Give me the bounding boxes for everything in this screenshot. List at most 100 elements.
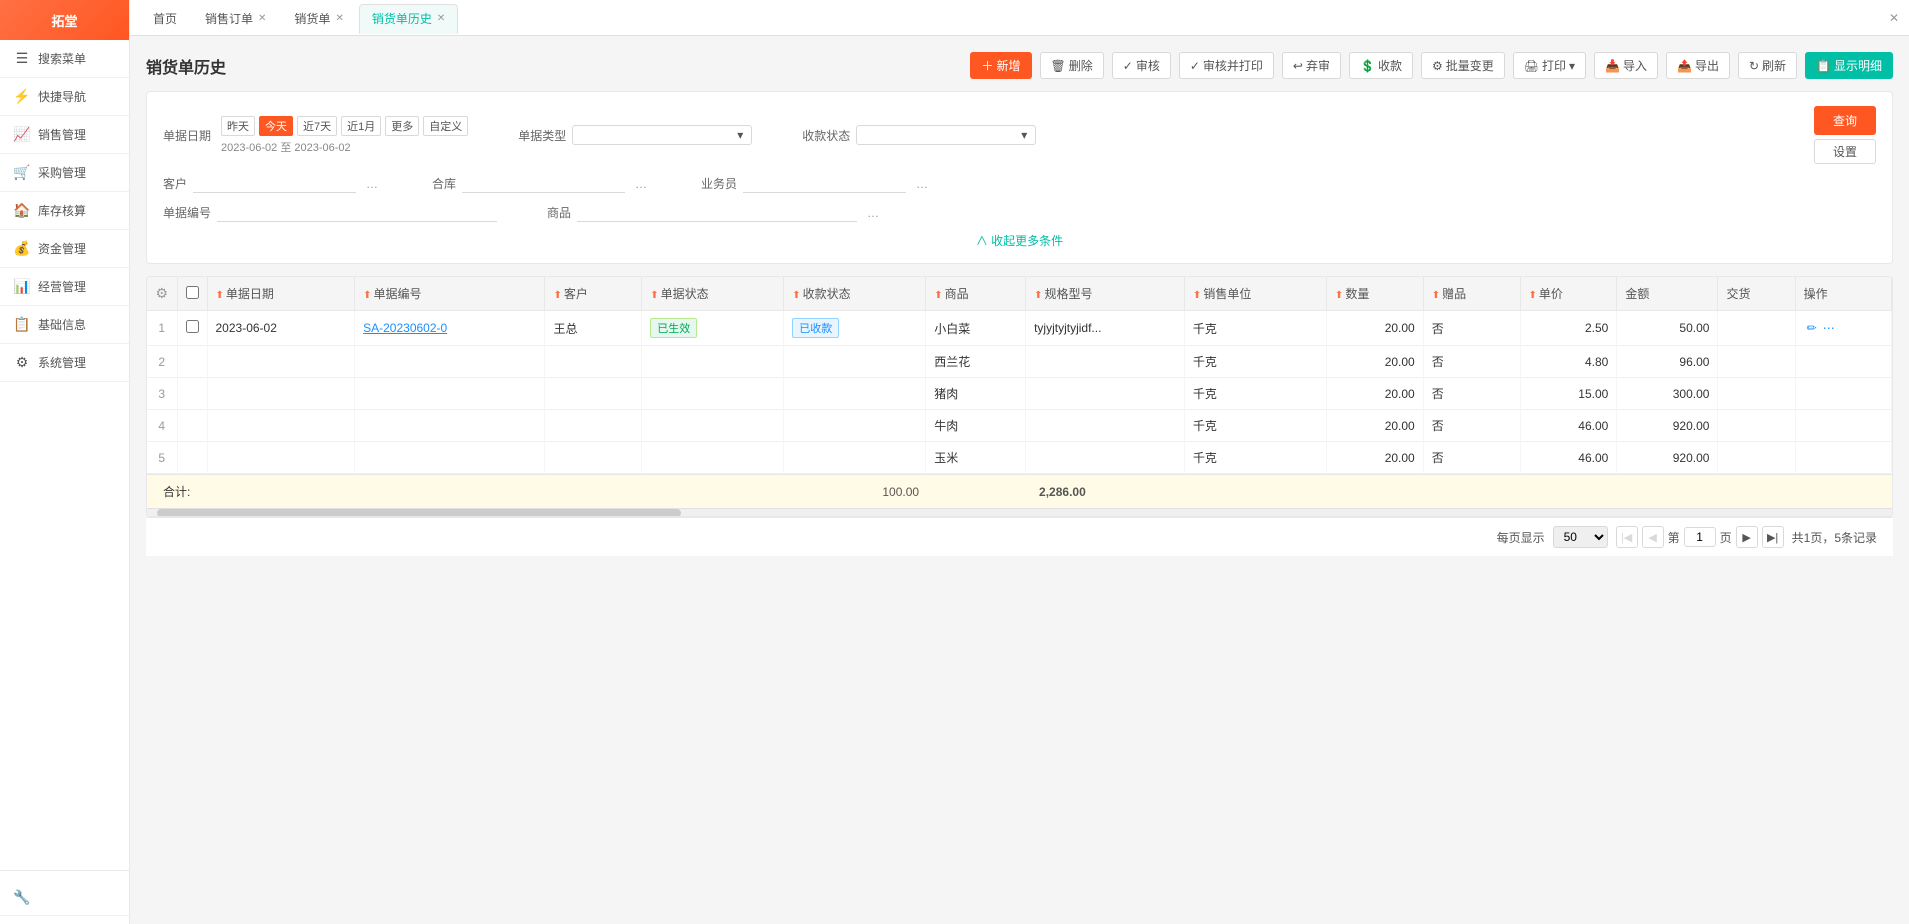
- gift-cell: 否: [1423, 442, 1520, 474]
- tab-sales-order[interactable]: 销售订单 ✕: [192, 4, 279, 34]
- sort-date-icon[interactable]: ⬆: [216, 290, 224, 301]
- staff-input[interactable]: [743, 174, 906, 193]
- payment-status-cell: [784, 346, 926, 378]
- query-button[interactable]: 查询: [1814, 106, 1876, 135]
- sort-price-icon[interactable]: ⬆: [1529, 290, 1537, 301]
- tab-bar-right: ✕: [1889, 11, 1899, 25]
- sidebar-item-inventory[interactable]: 🏠 库存核算: [0, 192, 129, 230]
- show-detail-button[interactable]: 📋 显示明细: [1805, 52, 1893, 79]
- first-page-btn[interactable]: |◀: [1616, 526, 1638, 548]
- row-checkbox[interactable]: [186, 320, 199, 333]
- sort-customer-icon[interactable]: ⬆: [553, 290, 561, 301]
- add-button[interactable]: ＋ 新增: [970, 52, 1031, 79]
- print-button[interactable]: 🖨 打印 ▾: [1513, 52, 1586, 79]
- next-page-btn[interactable]: ▶: [1736, 526, 1758, 548]
- gift-cell: 否: [1423, 410, 1520, 442]
- price-cell: 2.50: [1520, 311, 1617, 346]
- spec-cell: [1026, 410, 1185, 442]
- purchase-mgmt-icon: 🛒: [14, 165, 30, 181]
- payment-status-cell: [784, 410, 926, 442]
- tab-sales-invoice-close[interactable]: ✕: [335, 13, 343, 24]
- warehouse-input[interactable]: [462, 174, 625, 193]
- import-button[interactable]: 📥 导入: [1594, 52, 1658, 79]
- product-input[interactable]: [577, 203, 857, 222]
- sidebar-item-sales-mgmt[interactable]: 📈 销售管理: [0, 116, 129, 154]
- sidebar-item-ops-mgmt[interactable]: 📊 经营管理: [0, 268, 129, 306]
- doc-status-cell: [642, 410, 784, 442]
- tab-sales-invoice[interactable]: 销货单 ✕: [281, 4, 356, 34]
- date-btn-more[interactable]: 更多: [385, 116, 419, 136]
- amount-cell: 300.00: [1617, 378, 1718, 410]
- horizontal-scrollbar[interactable]: [147, 508, 1892, 516]
- per-page-select[interactable]: 50 10 20 100: [1553, 526, 1608, 548]
- sidebar-item-finance[interactable]: 💰 资金管理: [0, 230, 129, 268]
- staff-ellipsis[interactable]: …: [912, 177, 932, 191]
- settings-button[interactable]: 设置: [1814, 139, 1876, 164]
- doc-type-select[interactable]: ▾: [572, 125, 752, 145]
- sidebar-item-purchase-mgmt[interactable]: 🛒 采购管理: [0, 154, 129, 192]
- date-btn-custom[interactable]: 自定义: [423, 116, 468, 136]
- qty-cell: 20.00: [1326, 311, 1423, 346]
- export-button[interactable]: 📤 导出: [1666, 52, 1730, 79]
- discard-icon: ↩: [1293, 59, 1303, 73]
- date-btn-today[interactable]: 今天: [259, 116, 293, 136]
- sidebar-item-quick-nav[interactable]: ⚡ 快捷导航: [0, 78, 129, 116]
- tab-sales-history[interactable]: 销货单历史 ✕: [359, 4, 458, 34]
- sort-unit-icon[interactable]: ⬆: [1193, 290, 1201, 301]
- sidebar-item-base-info[interactable]: 📋 基础信息: [0, 306, 129, 344]
- date-cell: [207, 410, 355, 442]
- action-cell: [1795, 378, 1891, 410]
- more-action-btn[interactable]: ⋯: [1820, 321, 1838, 335]
- batch-change-button[interactable]: ⚙ 批量变更: [1421, 52, 1505, 79]
- tab-home[interactable]: 首页: [140, 4, 190, 34]
- sidebar-item-search-menu[interactable]: ☰ 搜索菜单: [0, 40, 129, 78]
- page-input[interactable]: [1684, 527, 1716, 547]
- page-suffix: 页: [1720, 529, 1732, 546]
- tab-sales-order-close[interactable]: ✕: [258, 13, 266, 24]
- sort-gift-icon[interactable]: ⬆: [1432, 290, 1440, 301]
- refresh-button[interactable]: ↻ 刷新: [1738, 52, 1797, 79]
- page-content: 销货单历史 ＋ 新增 🗑 删除 ✓ 审核 ✓ 审核并打印: [130, 36, 1909, 924]
- delete-button[interactable]: 🗑 删除: [1040, 52, 1104, 79]
- table-row: 3 猪肉 千克 20.00 否 15.00 300.00: [147, 378, 1892, 410]
- sidebar-bottom-item[interactable]: 🔧: [0, 879, 129, 916]
- customer-input[interactable]: [193, 174, 356, 193]
- last-page-btn[interactable]: ▶|: [1762, 526, 1784, 548]
- sort-product-icon[interactable]: ⬆: [934, 290, 942, 301]
- tab-sales-history-close[interactable]: ✕: [437, 13, 445, 24]
- product-cell: 小白菜: [926, 311, 1026, 346]
- prev-page-btn[interactable]: ◀: [1642, 526, 1664, 548]
- date-btn-1month[interactable]: 近1月: [341, 116, 381, 136]
- sidebar-item-label: 搜索菜单: [38, 50, 86, 67]
- sort-paystatus-icon[interactable]: ⬆: [792, 290, 800, 301]
- doc-no-input[interactable]: [217, 203, 497, 222]
- audit-print-button[interactable]: ✓ 审核并打印: [1179, 52, 1274, 79]
- sort-docstatus-icon[interactable]: ⬆: [650, 290, 658, 301]
- payment-status-cell: 已收款: [784, 311, 926, 346]
- transaction-cell: [1718, 378, 1795, 410]
- edit-action-btn[interactable]: ✏: [1804, 321, 1820, 335]
- collapse-row[interactable]: ∧ 收起更多条件: [163, 232, 1876, 249]
- sort-spec-icon[interactable]: ⬆: [1034, 290, 1042, 301]
- sort-qty-icon[interactable]: ⬆: [1335, 290, 1343, 301]
- date-btn-7days[interactable]: 近7天: [297, 116, 337, 136]
- column-settings-icon[interactable]: ⚙: [155, 285, 168, 301]
- sidebar-item-sys-mgmt[interactable]: ⚙ 系统管理: [0, 344, 129, 382]
- col-action: 操作: [1795, 277, 1891, 311]
- product-ellipsis[interactable]: …: [863, 206, 883, 220]
- filter-row-2: 客户 … 合库 … 业务员 …: [163, 174, 1876, 193]
- discard-button[interactable]: ↩ 弃审: [1282, 52, 1341, 79]
- toolbar: ＋ 新增 🗑 删除 ✓ 审核 ✓ 审核并打印 ↩ 弃审: [970, 52, 1893, 79]
- sort-docno-icon[interactable]: ⬆: [363, 290, 371, 301]
- checkbox-col-header: [177, 277, 207, 311]
- audit-button[interactable]: ✓ 审核: [1112, 52, 1171, 79]
- window-close-btn[interactable]: ✕: [1889, 11, 1899, 25]
- payment-status-select[interactable]: ▾: [856, 125, 1036, 145]
- collect-button[interactable]: 💲 收款: [1349, 52, 1413, 79]
- warehouse-ellipsis[interactable]: …: [631, 177, 651, 191]
- audit-print-icon: ✓: [1190, 59, 1200, 73]
- date-btn-yesterday[interactable]: 昨天: [221, 116, 255, 136]
- customer-ellipsis[interactable]: …: [362, 177, 382, 191]
- select-all-checkbox[interactable]: [186, 286, 199, 299]
- doc-no-link[interactable]: SA-20230602-0: [363, 321, 447, 335]
